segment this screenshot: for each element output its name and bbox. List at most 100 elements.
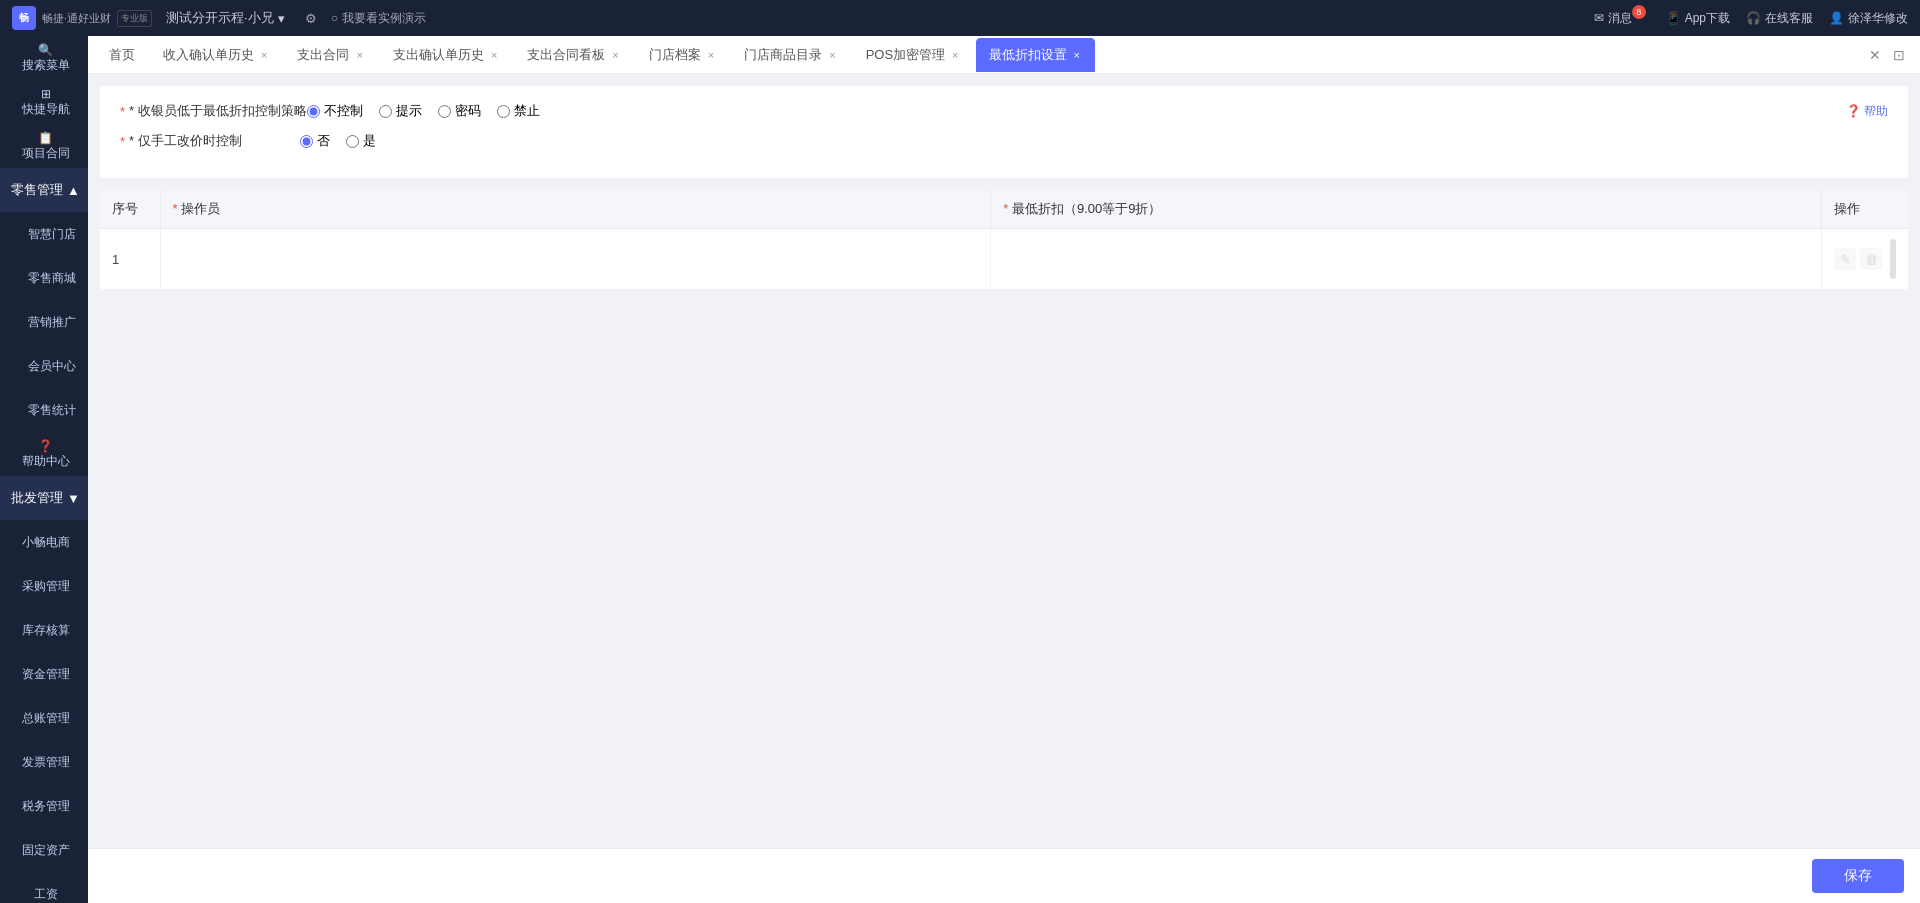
tab-bar-actions: ✕ ⊡ xyxy=(1866,44,1912,66)
cell-discount[interactable] xyxy=(991,229,1822,290)
cell-operator[interactable] xyxy=(160,229,991,290)
option-forbid-label: 禁止 xyxy=(514,102,540,120)
branch-name: 测试分开示程·小兄 xyxy=(166,9,274,27)
radio-remind[interactable] xyxy=(379,105,392,118)
messages-btn[interactable]: ✉ 消息 8 xyxy=(1594,10,1650,27)
online-support-btn[interactable]: 🎧 在线客服 xyxy=(1746,10,1813,27)
demo-link[interactable]: ○ 我要看实例演示 xyxy=(331,10,426,27)
option-forbid[interactable]: 禁止 xyxy=(497,102,540,120)
radio-forbid[interactable] xyxy=(497,105,510,118)
tab-close-payment-contract[interactable]: × xyxy=(354,49,364,61)
required-mark: * xyxy=(120,104,125,119)
operator-input[interactable] xyxy=(173,252,979,267)
sidebar-item-ecommerce[interactable]: 小畅电商 xyxy=(0,520,88,564)
sidebar-item-label: 智慧门店 xyxy=(28,226,76,243)
cell-action: ✎ 🗑 xyxy=(1822,229,1909,290)
help-label: 帮助 xyxy=(1864,103,1888,120)
content-area: 首页 收入确认单历史 × 支出合同 × 支出确认单历史 × 支出合同看板 × 门… xyxy=(88,36,1920,903)
settings-panel: * * 收银员低于最低折扣控制策略 不控制 提示 xyxy=(100,86,1908,178)
scroll-indicator xyxy=(1890,239,1896,279)
tab-store-archive[interactable]: 门店档案 × xyxy=(636,38,729,72)
sidebar-item-search[interactable]: 🔍 搜索菜单 xyxy=(0,36,88,80)
sidebar-item-smart-store[interactable]: 智慧门店 xyxy=(0,212,88,256)
messages-label: 消息 xyxy=(1608,10,1632,27)
logo-area: 畅 畅捷·通好业财 专业版 xyxy=(12,6,152,30)
sidebar-item-help-center[interactable]: ❓ 帮助中心 xyxy=(0,432,88,476)
tab-pos-password-mgmt[interactable]: POS加密管理 × xyxy=(853,38,974,72)
tab-close-payment-contract-board[interactable]: × xyxy=(610,49,620,61)
sidebar-item-label: 零售商城 xyxy=(28,270,76,287)
close-tab-btn[interactable]: ✕ xyxy=(1866,44,1884,66)
option-no[interactable]: 否 xyxy=(300,132,330,150)
tab-store-product-catalog[interactable]: 门店商品目录 × xyxy=(731,38,850,72)
sidebar-item-purchase-mgmt[interactable]: 采购管理 xyxy=(0,564,88,608)
help-link[interactable]: ❓ 帮助 xyxy=(1846,103,1888,120)
option-no-control[interactable]: 不控制 xyxy=(307,102,363,120)
row-edit-btn[interactable]: ✎ xyxy=(1834,248,1856,270)
table-header-row: 序号 * 操作员 * 最低折扣（9.00等于9折） 操作 xyxy=(100,190,1908,229)
row-delete-btn[interactable]: 🗑 xyxy=(1860,248,1882,270)
avatar-icon: 👤 xyxy=(1829,11,1844,25)
user-profile-btn[interactable]: 👤 徐泽华修改 xyxy=(1829,10,1908,27)
required-mark2: * xyxy=(120,134,125,149)
option-password[interactable]: 密码 xyxy=(438,102,481,120)
save-button[interactable]: 保存 xyxy=(1812,859,1904,893)
sidebar-item-retail-mgmt[interactable]: 零售管理 ▲ xyxy=(0,168,88,212)
demo-link-text: 我要看实例演示 xyxy=(342,10,426,27)
tab-payment-contract[interactable]: 支出合同 × xyxy=(284,38,377,72)
online-support-label: 在线客服 xyxy=(1765,10,1813,27)
sidebar-item-retail-mall[interactable]: 零售商城 xyxy=(0,256,88,300)
radio-yes[interactable] xyxy=(346,135,359,148)
sidebar-item-wholesale-mgmt[interactable]: 批发管理 ▼ xyxy=(0,476,88,520)
tab-close-store-archive[interactable]: × xyxy=(706,49,716,61)
expand-tab-btn[interactable]: ⊡ xyxy=(1890,44,1908,66)
tab-label: 支出合同看板 xyxy=(527,46,605,64)
sidebar-item-quick-nav[interactable]: ⊞ 快捷导航 xyxy=(0,80,88,124)
tab-home[interactable]: 首页 xyxy=(96,38,148,72)
sidebar-item-inventory[interactable]: 库存核算 xyxy=(0,608,88,652)
tab-min-discount-settings[interactable]: 最低折扣设置 × xyxy=(976,38,1095,72)
radio-no[interactable] xyxy=(300,135,313,148)
col-operator-label: 操作员 xyxy=(181,201,220,216)
manual-price-row: * * 仅手工改价时控制 否 是 xyxy=(120,132,1888,150)
tab-close-payment-confirm-history[interactable]: × xyxy=(489,49,499,61)
option-yes[interactable]: 是 xyxy=(346,132,376,150)
tab-close-pos-password-mgmt[interactable]: × xyxy=(950,49,960,61)
sidebar-item-fixed-assets[interactable]: 固定资产 xyxy=(0,828,88,872)
tab-label: 支出确认单历史 xyxy=(393,46,484,64)
sidebar-item-member-center[interactable]: 会员中心 xyxy=(0,344,88,388)
sidebar-item-marketing[interactable]: 营销推广 xyxy=(0,300,88,344)
option-remind[interactable]: 提示 xyxy=(379,102,422,120)
page-content: * * 收银员低于最低折扣控制策略 不控制 提示 xyxy=(88,74,1920,848)
settings-icon-btn[interactable]: ⚙ xyxy=(299,9,323,28)
tab-close-min-discount-settings[interactable]: × xyxy=(1072,49,1082,61)
sidebar-item-invoice-mgmt[interactable]: 发票管理 xyxy=(0,740,88,784)
grid-icon: ⊞ xyxy=(41,87,51,101)
tab-close-revenue-history[interactable]: × xyxy=(259,49,269,61)
tab-close-store-product-catalog[interactable]: × xyxy=(827,49,837,61)
chevron-up-icon: ▲ xyxy=(67,183,80,198)
sidebar-item-label: 资金管理 xyxy=(22,666,70,683)
download-icon: 📱 xyxy=(1666,11,1681,25)
sidebar-item-retail-stats[interactable]: 零售统计 xyxy=(0,388,88,432)
sidebar-item-fund-mgmt[interactable]: 资金管理 xyxy=(0,652,88,696)
sidebar-item-salary[interactable]: 工资 xyxy=(0,872,88,903)
app-download-label: App下载 xyxy=(1685,10,1730,27)
radio-no-control[interactable] xyxy=(307,105,320,118)
branch-selector[interactable]: 测试分开示程·小兄 ▾ xyxy=(160,7,291,29)
app-download-btn[interactable]: 📱 App下载 xyxy=(1666,10,1730,27)
col-seq: 序号 xyxy=(100,190,160,229)
tab-payment-confirm-history[interactable]: 支出确认单历史 × xyxy=(380,38,512,72)
tab-revenue-history[interactable]: 收入确认单历史 × xyxy=(150,38,282,72)
sidebar-item-ledger-mgmt[interactable]: 总账管理 xyxy=(0,696,88,740)
discount-control-label-text: * 收银员低于最低折扣控制策略 xyxy=(129,102,307,120)
radio-password[interactable] xyxy=(438,105,451,118)
sidebar-item-project-contract[interactable]: 📋 项目合同 xyxy=(0,124,88,168)
tab-payment-contract-board[interactable]: 支出合同看板 × xyxy=(514,38,633,72)
option-no-control-label: 不控制 xyxy=(324,102,363,120)
cell-seq: 1 xyxy=(100,229,160,290)
col-action-label: 操作 xyxy=(1834,201,1860,216)
headset-icon: 🎧 xyxy=(1746,11,1761,25)
discount-input[interactable] xyxy=(1003,252,1809,267)
sidebar-item-tax-mgmt[interactable]: 税务管理 xyxy=(0,784,88,828)
